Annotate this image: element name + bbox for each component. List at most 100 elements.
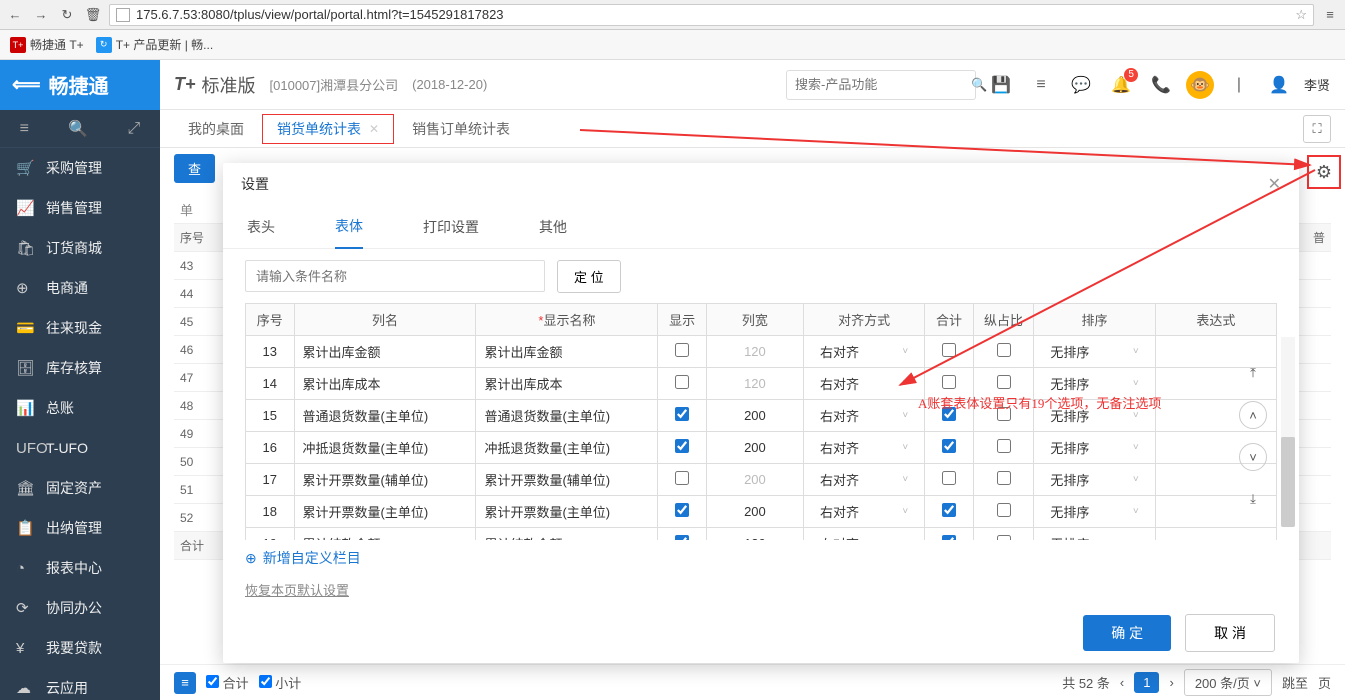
grid-scrollbar[interactable] [1281,337,1295,510]
sidebar-item-4[interactable]: 💳往来现金 [0,308,160,348]
search-icon[interactable]: 🔍 [68,119,88,139]
cancel-button[interactable]: 取 消 [1185,614,1275,652]
move-bottom-icon[interactable]: ⤓ [1239,485,1267,513]
checkbox[interactable] [942,535,956,540]
checkbox[interactable] [675,535,689,540]
toggle-icon[interactable]: ≡ [174,672,196,694]
move-down-icon[interactable]: ˅ [1239,443,1267,471]
close-icon[interactable]: ✕ [1268,174,1281,194]
checkbox[interactable] [942,407,956,421]
modal-tab-1[interactable]: 表体 [335,205,363,249]
modal-tab-3[interactable]: 其他 [539,205,567,249]
checkbox[interactable] [942,503,956,517]
checkbox[interactable] [997,535,1011,540]
reorder-controls: ⤒ ˄ ˅ ⤓ [1239,359,1267,513]
confirm-button[interactable]: 确 定 [1083,615,1171,651]
settings-gear-button[interactable]: ⚙ [1307,155,1341,189]
checkbox[interactable] [997,503,1011,517]
search-button[interactable]: 查 [174,154,215,183]
modal-tab-2[interactable]: 打印设置 [423,205,479,249]
bell-icon[interactable]: 🔔5 [1106,70,1136,100]
table-row[interactable]: 19 累计结款金额 累计结款金额 120 右对齐˅ 无排序˅ [246,528,1277,541]
table-row[interactable]: 13 累计出库金额 累计出库金额 120 右对齐˅ 无排序˅ [246,336,1277,368]
stop-icon[interactable]: 🗑 [83,5,103,25]
table-row[interactable]: 15 普通退货数量(主单位) 普通退货数量(主单位) 200 右对齐˅ 无排序˅ [246,400,1277,432]
sidebar-item-11[interactable]: ⟳协同办公 [0,588,160,628]
checkbox[interactable] [675,407,689,421]
header-search[interactable]: 🔍 [786,70,976,100]
locate-button[interactable]: 定 位 [557,260,621,293]
sidebar-item-5[interactable]: 🗄库存核算 [0,348,160,388]
filter-input[interactable] [245,260,545,292]
reload-icon[interactable]: ↻ [57,5,77,25]
logo[interactable]: ⟸ 畅捷通 [0,60,160,110]
sidebar-item-12[interactable]: ¥我要贷款 [0,628,160,668]
sidebar-item-7[interactable]: UFOT-UFO [0,428,160,468]
chat-icon[interactable]: 💬 [1066,70,1096,100]
checkbox[interactable] [942,471,956,485]
menu-icon[interactable]: ≡ [20,120,29,138]
pager-perpage[interactable]: 200 条/页 ˅ [1184,669,1272,696]
phone-icon[interactable]: 📞 [1146,70,1176,100]
checkbox[interactable] [942,375,956,389]
close-icon[interactable]: ✕ [369,122,379,136]
pager-page[interactable]: 1 [1134,672,1159,693]
sidebar-item-6[interactable]: 📊总账 [0,388,160,428]
save-icon[interactable]: 💾 [986,70,1016,100]
forward-icon[interactable]: → [31,5,51,25]
sidebar-item-3[interactable]: ⊕电商通 [0,268,160,308]
checkbox[interactable] [675,375,689,389]
tab-1[interactable]: 销货单统计表✕ [262,114,394,144]
check-total[interactable]: 合计 [206,673,249,692]
sidebar-item-8[interactable]: 🏛固定资产 [0,468,160,508]
modal-tab-0[interactable]: 表头 [247,205,275,249]
tab-0[interactable]: 我的桌面 [174,114,258,144]
checkbox[interactable] [997,375,1011,389]
bookmark-1[interactable]: T+ 畅捷通 T+ [10,36,84,53]
move-up-icon[interactable]: ˄ [1239,401,1267,429]
checkbox[interactable] [997,407,1011,421]
bg-footer-label: 合计 [180,537,220,554]
checkbox[interactable] [942,343,956,357]
table-row[interactable]: 17 累计开票数量(辅单位) 累计开票数量(辅单位) 200 右对齐˅ 无排序˅ [246,464,1277,496]
sidebar-item-0[interactable]: 🛒采购管理 [0,148,160,188]
add-column-link[interactable]: ⊕ 新增自定义栏目 [223,540,1299,576]
checkbox[interactable] [675,439,689,453]
restore-defaults-link[interactable]: 恢复本页默认设置 [223,576,1299,603]
sidebar-item-9[interactable]: 📋出纳管理 [0,508,160,548]
sidebar-item-13[interactable]: ☁云应用 [0,668,160,700]
product-prefix: T+ [174,74,196,95]
monkey-icon[interactable]: 🐵 [1186,71,1214,99]
back-icon[interactable]: ← [5,5,25,25]
notif-badge: 5 [1124,68,1138,82]
url-bar[interactable]: 175.6.7.53:8080/tplus/view/portal/portal… [109,4,1314,26]
table-row[interactable]: 14 累计出库成本 累计出库成本 120 右对齐˅ 无排序˅ [246,368,1277,400]
checkbox[interactable] [675,503,689,517]
checkbox[interactable] [997,439,1011,453]
checkbox[interactable] [997,343,1011,357]
back-arrow-icon[interactable]: ⟸ [12,72,41,97]
sidebar-item-2[interactable]: 🛍订货商城 [0,228,160,268]
sidebar-item-10[interactable]: ◔报表中心 [0,548,160,588]
pager-next-icon[interactable]: › [1169,675,1173,690]
move-top-icon[interactable]: ⤒ [1239,359,1267,387]
menu-icon[interactable]: ≡ [1320,5,1340,25]
checkbox[interactable] [675,471,689,485]
checkbox[interactable] [675,343,689,357]
sidebar-item-1[interactable]: 📈销售管理 [0,188,160,228]
fullscreen-icon[interactable]: ⛶ [1303,115,1331,143]
search-icon[interactable]: 🔍 [971,77,987,93]
list-icon[interactable]: ≡ [1026,70,1056,100]
checkbox[interactable] [997,471,1011,485]
user-icon[interactable]: 👤 [1264,70,1294,100]
search-input[interactable] [795,77,971,92]
check-subtotal[interactable]: 小计 [259,673,302,692]
bookmark-2[interactable]: ↻ T+ 产品更新 | 畅... [96,36,213,53]
checkbox[interactable] [942,439,956,453]
table-row[interactable]: 18 累计开票数量(主单位) 累计开票数量(主单位) 200 右对齐˅ 无排序˅ [246,496,1277,528]
pager-prev-icon[interactable]: ‹ [1120,675,1124,690]
expand-icon[interactable]: ⤢ [128,120,141,138]
table-row[interactable]: 16 冲抵退货数量(主单位) 冲抵退货数量(主单位) 200 右对齐˅ 无排序˅ [246,432,1277,464]
tab-2[interactable]: 销售订单统计表 [398,114,524,144]
star-icon[interactable]: ☆ [1295,7,1307,23]
